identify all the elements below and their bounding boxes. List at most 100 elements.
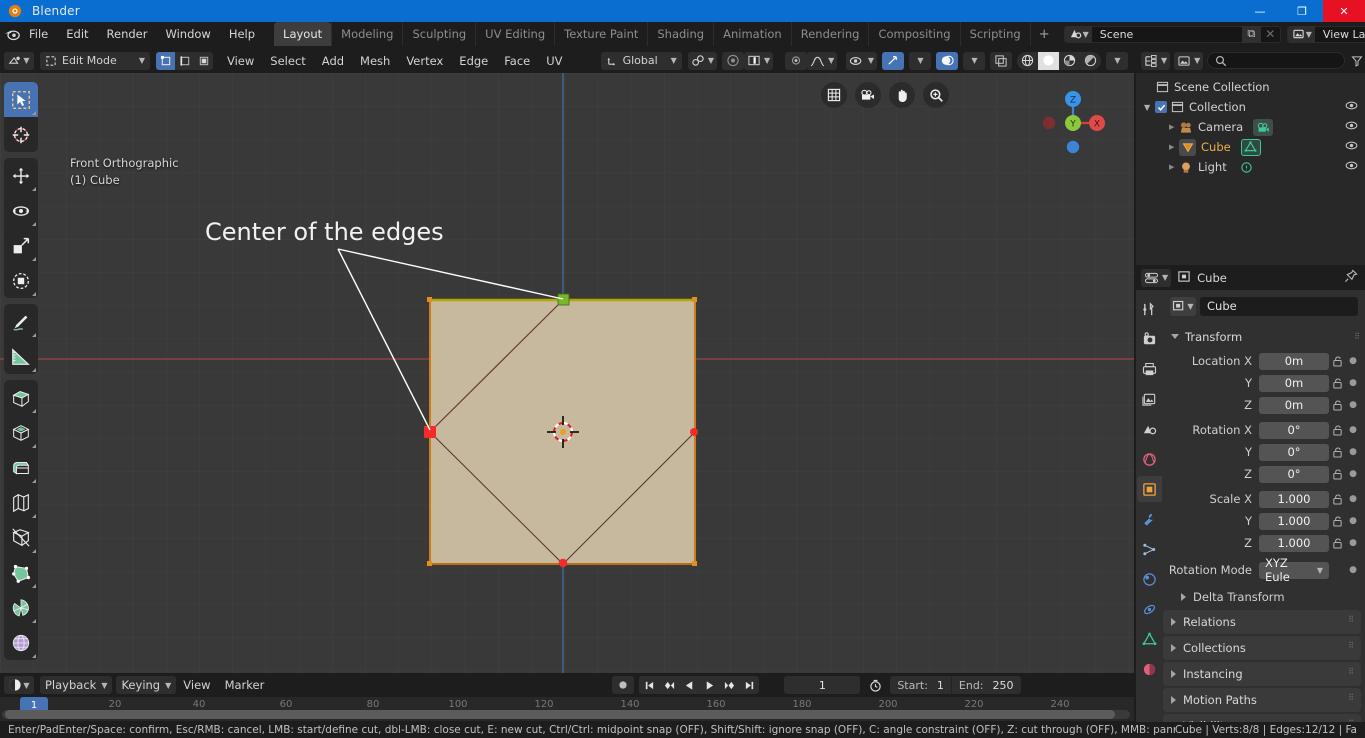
panel-motion-paths[interactable]: Motion Paths ⠿ bbox=[1163, 688, 1361, 712]
face-select-mode-button[interactable] bbox=[194, 51, 213, 70]
falloff-curve-dropdown[interactable]: ▼ bbox=[807, 51, 838, 70]
tab-modifier-properties[interactable] bbox=[1137, 506, 1162, 532]
proportional-falloff-dropdown[interactable]: ▼ bbox=[743, 51, 774, 70]
proportional-connected-button[interactable] bbox=[785, 51, 808, 70]
tab-sculpting[interactable]: Sculpting bbox=[402, 22, 475, 46]
lock-scale-y-icon[interactable] bbox=[1329, 515, 1346, 527]
camera-disclosure-triangle[interactable]: ▶ bbox=[1169, 123, 1179, 131]
start-frame-field[interactable]: Start: 1 bbox=[890, 676, 951, 694]
tool-scale[interactable] bbox=[4, 228, 38, 263]
lock-location-y-icon[interactable] bbox=[1329, 377, 1346, 389]
tab-texture-paint[interactable]: Texture Paint bbox=[554, 22, 647, 46]
timeline-scrollbar-thumb[interactable] bbox=[5, 710, 1115, 719]
use-preview-range-icon[interactable] bbox=[865, 676, 885, 694]
view-layer-selector[interactable]: ▼ View Layer ⧉ ✕ bbox=[1286, 25, 1365, 43]
xray-toggle-button[interactable] bbox=[990, 51, 1012, 70]
menu-help[interactable]: Help bbox=[220, 24, 264, 44]
tab-layout[interactable]: Layout bbox=[274, 22, 332, 46]
add-workspace-button[interactable]: + bbox=[1029, 22, 1058, 46]
collection-checkbox[interactable] bbox=[1155, 101, 1167, 113]
viewport-menu-face[interactable]: Face bbox=[496, 51, 538, 71]
lock-rotation-y-icon[interactable] bbox=[1329, 446, 1346, 458]
tool-tweak-select-box[interactable] bbox=[4, 82, 38, 117]
tab-scene-properties[interactable] bbox=[1137, 416, 1162, 442]
camera-view-icon[interactable] bbox=[855, 82, 881, 108]
camera-visibility-eye-icon[interactable] bbox=[1345, 120, 1358, 134]
overlays-dropdown[interactable]: ▼ bbox=[963, 51, 985, 70]
scale-z-field[interactable]: 1.000 bbox=[1259, 534, 1329, 552]
cube-disclosure-triangle[interactable]: ▶ bbox=[1169, 143, 1179, 151]
outliner-filter-icon[interactable] bbox=[1349, 52, 1365, 70]
material-preview-button[interactable] bbox=[1059, 52, 1080, 70]
toggle-grid-icon[interactable] bbox=[821, 82, 847, 108]
lock-scale-x-icon[interactable] bbox=[1329, 493, 1346, 505]
scale-y-field[interactable]: 1.000 bbox=[1259, 512, 1329, 530]
tab-modeling[interactable]: Modeling bbox=[331, 22, 402, 46]
tab-object-properties[interactable] bbox=[1137, 476, 1162, 502]
object-name-field[interactable]: Cube bbox=[1200, 296, 1358, 316]
tab-world-properties[interactable] bbox=[1137, 446, 1162, 472]
panel-relations[interactable]: Relations ⠿ bbox=[1163, 610, 1361, 634]
end-frame-field[interactable]: End: 250 bbox=[950, 676, 1021, 694]
tab-tool-properties[interactable] bbox=[1137, 296, 1162, 322]
tool-inset-faces[interactable] bbox=[4, 415, 38, 450]
view-layer-icon[interactable]: ▼ bbox=[1287, 25, 1315, 43]
tool-annotate[interactable] bbox=[4, 304, 38, 339]
object-browse-dropdown[interactable]: ▼ bbox=[1170, 296, 1196, 316]
outliner-row-cube[interactable]: ▶ Cube bbox=[1136, 137, 1365, 157]
tool-poly-build[interactable] bbox=[4, 555, 38, 590]
timeline-playback-dropdown[interactable]: Playback ▼ bbox=[40, 676, 113, 694]
animate-property-dot[interactable]: ● bbox=[1346, 356, 1360, 366]
viewport-menu-select[interactable]: Select bbox=[262, 51, 313, 71]
tool-transform[interactable] bbox=[4, 263, 38, 298]
animate-property-dot[interactable]: ● bbox=[1346, 565, 1360, 575]
outliner-search-input[interactable] bbox=[1207, 52, 1345, 69]
location-x-field[interactable]: 0m bbox=[1259, 352, 1329, 370]
light-visibility-eye-icon[interactable] bbox=[1345, 160, 1358, 174]
animate-property-dot[interactable]: ● bbox=[1346, 516, 1360, 526]
play-reverse-button[interactable] bbox=[679, 676, 699, 694]
tab-view-layer-properties[interactable] bbox=[1137, 386, 1162, 412]
new-scene-button[interactable]: ⧉ bbox=[1241, 25, 1261, 43]
lock-rotation-x-icon[interactable] bbox=[1329, 424, 1346, 436]
scene-selector[interactable]: ▼ Scene ⧉ ✕ bbox=[1063, 25, 1281, 43]
remove-scene-button[interactable]: ✕ bbox=[1261, 26, 1280, 43]
tab-animation[interactable]: Animation bbox=[713, 22, 791, 46]
jump-to-end-button[interactable] bbox=[739, 676, 759, 694]
tool-measure[interactable] bbox=[4, 339, 38, 374]
collection-disclosure-triangle[interactable]: ▼ bbox=[1144, 103, 1155, 112]
tool-move[interactable] bbox=[4, 158, 38, 193]
show-gizmo-button[interactable] bbox=[882, 51, 904, 70]
location-z-field[interactable]: 0m bbox=[1259, 396, 1329, 414]
tab-uv-editing[interactable]: UV Editing bbox=[475, 22, 554, 46]
outliner-tree[interactable]: Scene Collection ▼ Collection ▶ Camera ▶… bbox=[1136, 73, 1365, 265]
timeline-editor-type-icon[interactable]: ▼ bbox=[4, 676, 34, 694]
menu-file[interactable]: File bbox=[20, 24, 57, 44]
outliner-row-camera[interactable]: ▶ Camera bbox=[1136, 117, 1365, 137]
light-disclosure-triangle[interactable]: ▶ bbox=[1169, 163, 1179, 171]
light-data-icon[interactable] bbox=[1237, 159, 1257, 176]
tab-scripting[interactable]: Scripting bbox=[959, 22, 1030, 46]
outliner-row-scene-collection[interactable]: Scene Collection bbox=[1136, 77, 1365, 97]
tool-loop-cut[interactable] bbox=[4, 485, 38, 520]
scene-name[interactable]: Scene bbox=[1092, 28, 1242, 41]
tool-cursor[interactable] bbox=[4, 117, 38, 152]
tab-compositing[interactable]: Compositing bbox=[868, 22, 959, 46]
tool-rotate[interactable] bbox=[4, 193, 38, 228]
tab-rendering[interactable]: Rendering bbox=[790, 22, 869, 46]
current-frame-field[interactable]: 1 bbox=[784, 676, 861, 694]
properties-editor-type-icon[interactable]: ▼ bbox=[1141, 268, 1172, 287]
maximize-button[interactable]: ❐ bbox=[1281, 0, 1323, 22]
shading-dropdown[interactable]: ▼ bbox=[1106, 51, 1128, 70]
tool-smooth[interactable] bbox=[4, 625, 38, 660]
delta-transform-subpanel[interactable]: Delta Transform bbox=[1163, 586, 1365, 608]
visibility-dropdown[interactable]: ▼ bbox=[845, 51, 877, 70]
show-overlays-button[interactable] bbox=[936, 51, 958, 70]
animate-property-dot[interactable]: ● bbox=[1346, 425, 1360, 435]
minimize-button[interactable]: — bbox=[1239, 0, 1281, 22]
viewport-menu-add[interactable]: Add bbox=[314, 51, 352, 71]
lock-location-z-icon[interactable] bbox=[1329, 399, 1346, 411]
tab-constraint-properties[interactable] bbox=[1137, 596, 1162, 622]
tab-output-properties[interactable] bbox=[1137, 356, 1162, 382]
jump-to-prev-keyframe-button[interactable] bbox=[659, 676, 679, 694]
